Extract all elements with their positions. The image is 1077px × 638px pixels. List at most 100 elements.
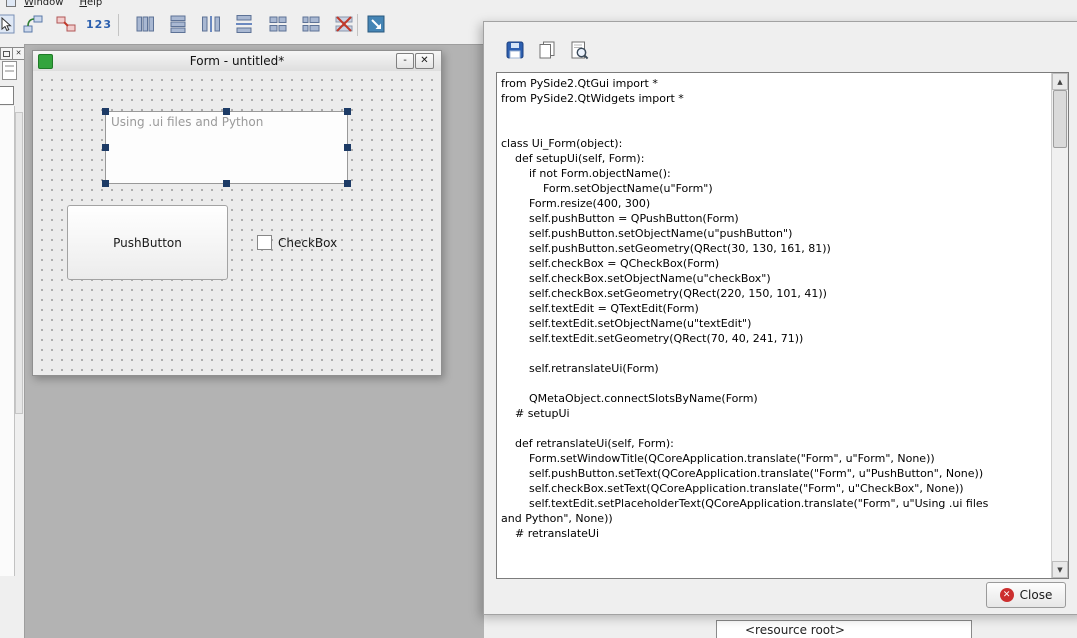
edit-signals-slots-glyph — [22, 13, 44, 35]
menu-help[interactable]: Help — [79, 0, 102, 8]
edit-buddies-icon[interactable] — [53, 11, 79, 37]
dialog-close-button[interactable]: ✕ Close — [986, 582, 1066, 608]
edit-widgets-icon[interactable] — [0, 11, 18, 37]
selection-handle[interactable] — [344, 180, 351, 187]
dock-close-icon: ✕ — [16, 50, 22, 57]
code-line: self.checkBox.setObjectName(u"checkBox") — [501, 271, 1052, 286]
close-button-label: Close — [1020, 588, 1053, 602]
textedit-widget[interactable]: Using .ui files and Python — [105, 111, 348, 184]
code-line: Form.setObjectName(u"Form") — [501, 181, 1052, 196]
layout-horizontal-splitter-icon[interactable] — [198, 11, 224, 37]
layout-horizontal-glyph — [134, 13, 156, 35]
selection-handle[interactable] — [223, 180, 230, 187]
code-line: and Python", None)) — [501, 511, 1052, 526]
menubar: Window Help — [6, 0, 118, 9]
scrollbar-thumb[interactable] — [1053, 90, 1067, 148]
layout-vertical-icon[interactable] — [165, 11, 191, 37]
scroll-up-button[interactable]: ▲ — [1052, 73, 1068, 90]
code-line — [501, 421, 1052, 436]
code-line: self.retranslateUi(Form) — [501, 361, 1052, 376]
code-line: QMetaObject.connectSlotsByName(Form) — [501, 391, 1052, 406]
code-line: # retranslateUi — [501, 526, 1052, 541]
selection-handle[interactable] — [102, 180, 109, 187]
checkbox-widget[interactable]: CheckBox — [257, 235, 337, 250]
close-x-icon: ✕ — [1000, 588, 1014, 602]
code-line: self.textEdit.setPlaceholderText(QCoreAp… — [501, 496, 1052, 511]
save-button[interactable] — [502, 37, 528, 63]
qt-designer-window: Window Help 123 — [0, 0, 1077, 638]
code-line — [501, 106, 1052, 121]
code-line — [501, 376, 1052, 391]
code-line: if not Form.objectName(): — [501, 166, 1052, 181]
code-line: from PySide2.QtWidgets import * — [501, 91, 1052, 106]
textedit-placeholder: Using .ui files and Python — [106, 112, 347, 132]
checkbox-indicator[interactable] — [257, 235, 272, 250]
edit-widgets-glyph — [0, 13, 16, 35]
resource-root-item[interactable]: <resource root> — [717, 621, 971, 637]
selection-handle[interactable] — [344, 108, 351, 115]
code-line: def retranslateUi(self, Form): — [501, 436, 1052, 451]
form-titlebar[interactable]: Form - untitled* - ✕ — [33, 51, 441, 72]
code-line: self.textEdit = QTextEdit(Form) — [501, 301, 1052, 316]
layout-form-glyph — [300, 13, 322, 35]
float-icon — [3, 51, 10, 57]
code-text: from PySide2.QtGui import *from PySide2.… — [497, 73, 1052, 578]
save-icon — [504, 39, 526, 61]
code-line: Form.setWindowTitle(QCoreApplication.tra… — [501, 451, 1052, 466]
form-minimize-button[interactable]: - — [396, 53, 414, 69]
widgetbox-page-icon — [2, 61, 17, 80]
layout-horizontal-icon[interactable] — [132, 11, 158, 37]
widgetbox-panel-edge — [0, 106, 15, 576]
checkbox-label: CheckBox — [278, 236, 337, 250]
copy-icon — [536, 39, 558, 61]
layout-grid-icon[interactable] — [265, 11, 291, 37]
layout-vertical-glyph — [167, 13, 189, 35]
main-toolbar: 123 — [0, 9, 480, 43]
selection-handle[interactable] — [344, 144, 351, 151]
selection-handle[interactable] — [102, 108, 109, 115]
code-line: self.pushButton.setGeometry(QRect(30, 13… — [501, 241, 1052, 256]
form-canvas[interactable]: Using .ui files and Python PushButton Ch… — [33, 71, 441, 375]
dock-splitter-handle[interactable] — [15, 112, 23, 414]
form-close-button[interactable]: ✕ — [415, 53, 434, 69]
code-line: self.pushButton.setText(QCoreApplication… — [501, 466, 1052, 481]
break-layout-icon[interactable] — [331, 11, 357, 37]
layout-vertical-splitter-glyph — [233, 13, 255, 35]
edit-buddies-glyph — [55, 13, 77, 35]
layout-horizontal-splitter-glyph — [200, 13, 222, 35]
selection-handle[interactable] — [102, 144, 109, 151]
layout-vertical-splitter-icon[interactable] — [231, 11, 257, 37]
copy-button[interactable] — [534, 37, 560, 63]
scroll-down-button[interactable]: ▼ — [1052, 561, 1068, 578]
selection-handle[interactable] — [223, 108, 230, 115]
form-window-icon — [38, 54, 53, 69]
code-line — [501, 121, 1052, 136]
code-line: self.checkBox = QCheckBox(Form) — [501, 256, 1052, 271]
vertical-scrollbar[interactable]: ▲ ▼ — [1051, 73, 1068, 578]
code-line: def setupUi(self, Form): — [501, 151, 1052, 166]
pushbutton-widget[interactable]: PushButton — [67, 205, 228, 280]
tab-order-glyph: 123 — [86, 18, 112, 31]
code-line: self.textEdit.setGeometry(QRect(70, 40, … — [501, 331, 1052, 346]
layout-grid-glyph — [267, 13, 289, 35]
edit-signals-slots-icon[interactable] — [20, 11, 46, 37]
form-editor-window[interactable]: Form - untitled* - ✕ Using .ui files and… — [32, 50, 442, 376]
code-line: self.pushButton = QPushButton(Form) — [501, 211, 1052, 226]
code-view[interactable]: from PySide2.QtGui import *from PySide2.… — [496, 72, 1069, 579]
find-icon — [568, 39, 590, 61]
code-line: self.checkBox.setText(QCoreApplication.t… — [501, 481, 1052, 496]
menu-window[interactable]: Window — [24, 0, 63, 8]
find-button[interactable] — [566, 37, 592, 63]
code-line: self.checkBox.setGeometry(QRect(220, 150… — [501, 286, 1052, 301]
layout-form-icon[interactable] — [298, 11, 324, 37]
adjust-size-icon[interactable] — [363, 11, 389, 37]
code-line: Form.resize(400, 300) — [501, 196, 1052, 211]
form-title: Form - untitled* — [190, 54, 284, 68]
code-line: class Ui_Form(object): — [501, 136, 1052, 151]
widgetbox-filter-input[interactable] — [0, 86, 14, 105]
adjust-size-glyph — [365, 13, 387, 35]
code-preview-dialog: from PySide2.QtGui import *from PySide2.… — [483, 21, 1077, 615]
code-line: self.textEdit.setObjectName(u"textEdit") — [501, 316, 1052, 331]
break-layout-glyph — [333, 13, 355, 35]
edit-tab-order-icon[interactable]: 123 — [86, 11, 112, 37]
